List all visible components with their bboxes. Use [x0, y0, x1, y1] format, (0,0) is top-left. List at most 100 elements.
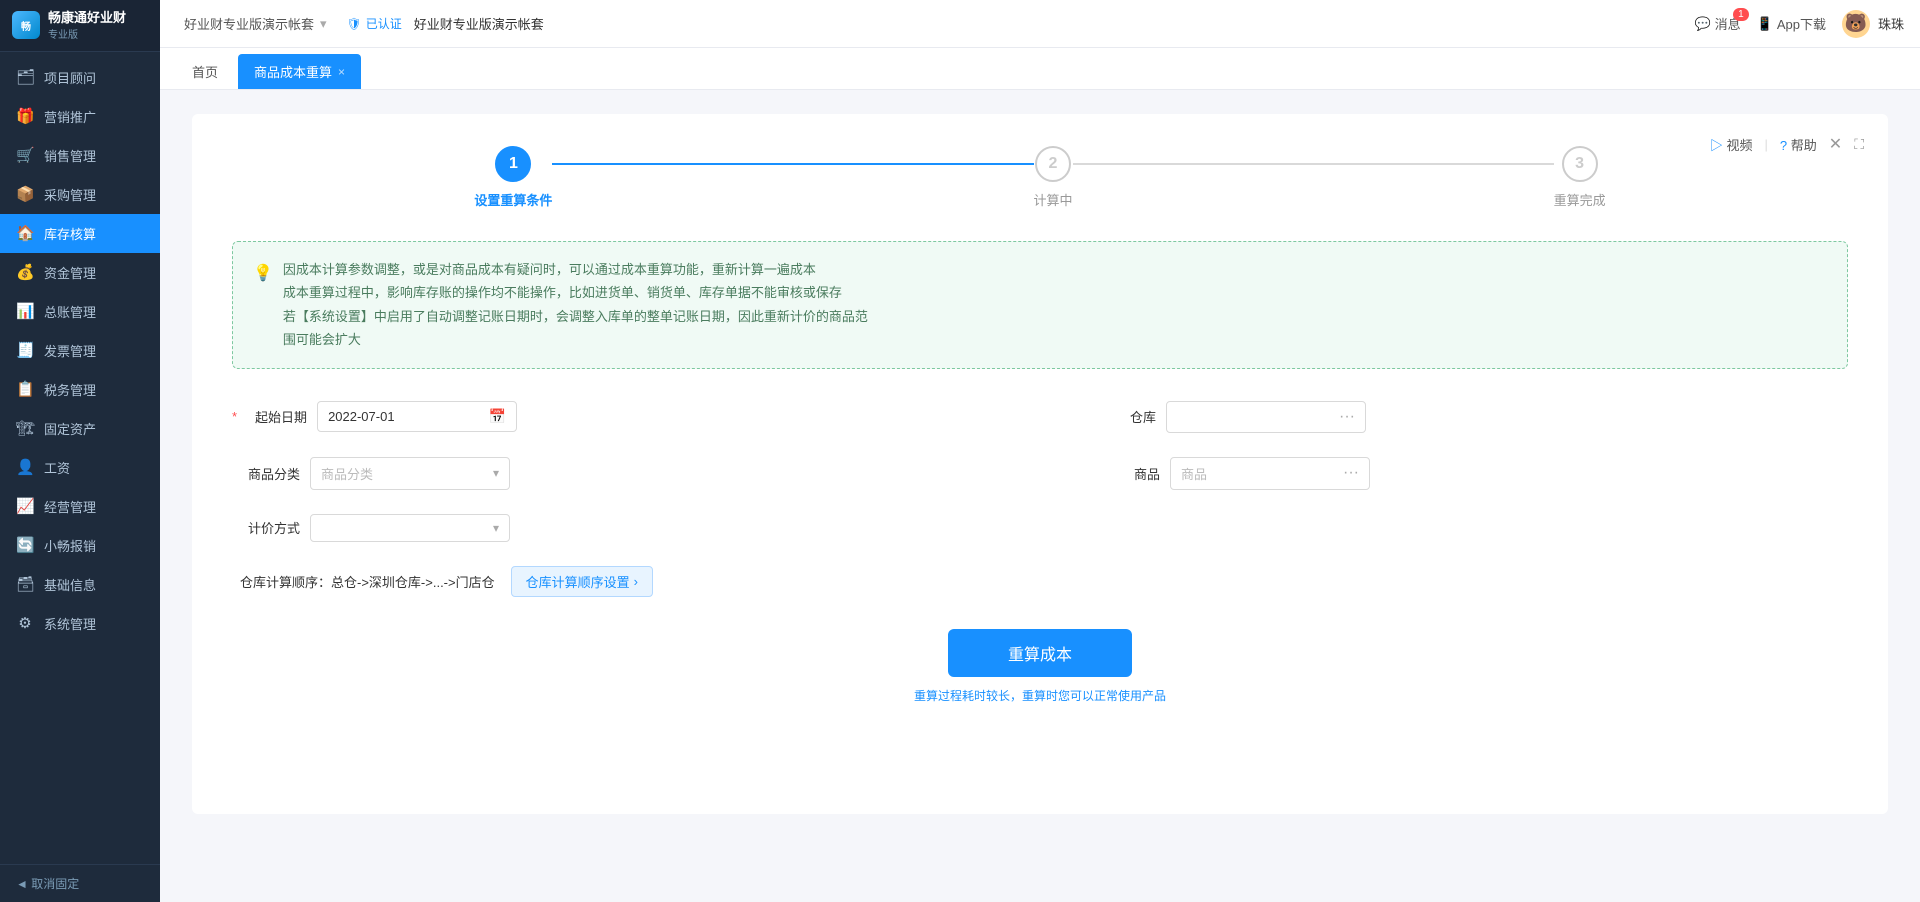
- info-box: 💡 因成本计算参数调整，或是对商品成本有疑问时，可以通过成本重算功能，重新计算一…: [232, 241, 1848, 369]
- form-field-start-date: * 起始日期 2022-07-01 📅: [232, 401, 984, 432]
- panel-actions: ▷ 视频 | ? 帮助 ✕ ⛶: [1710, 134, 1864, 154]
- category-placeholder: 商品分类: [321, 464, 373, 483]
- step-line-2: [1073, 163, 1554, 165]
- category-input[interactable]: 商品分类 ▾: [310, 457, 510, 490]
- recalc-section: 重算成本 重算过程耗时较长，重算时您可以正常使用产品: [232, 629, 1848, 704]
- operation-icon: 📈: [16, 497, 34, 515]
- form-field-pricing: 计价方式 ▾: [240, 514, 1028, 542]
- start-date-label: 起始日期: [247, 407, 307, 426]
- sales-icon: 🛒: [16, 146, 34, 164]
- play-icon: ▷: [1710, 138, 1723, 153]
- sidebar-item-project[interactable]: 🗂 项目顾问: [0, 58, 160, 97]
- topbar-right: 💬 消息 1 📱 App下载 🐻 珠珠: [1694, 10, 1904, 38]
- sidebar-item-marketing[interactable]: 🎁 营销推广: [0, 97, 160, 136]
- tab-recalc[interactable]: 商品成本重算 ×: [238, 54, 361, 89]
- user-name: 珠珠: [1878, 14, 1904, 33]
- app-download-button[interactable]: 📱 App下载: [1757, 14, 1826, 33]
- form-field-warehouse: 仓库 ···: [1096, 401, 1848, 433]
- calendar-icon[interactable]: 📅: [489, 408, 506, 425]
- content-panel: ▷ 视频 | ? 帮助 ✕ ⛶ 1 设置重算条件: [192, 114, 1888, 814]
- warehouse-btn-arrow: ›: [634, 574, 638, 589]
- recalc-button[interactable]: 重算成本: [948, 629, 1132, 677]
- step-2: 2 计算中: [1034, 146, 1073, 209]
- sidebar-item-invoice[interactable]: 🧾 发票管理: [0, 331, 160, 370]
- verified-text: 已认证: [366, 15, 402, 32]
- salary-icon: 👤: [16, 458, 34, 476]
- message-badge: 1: [1733, 8, 1749, 21]
- warehouse-more-icon[interactable]: ···: [1339, 408, 1355, 426]
- form-row-1: * 起始日期 2022-07-01 📅 仓库 ···: [232, 401, 1848, 433]
- expense-icon: 🔄: [16, 536, 34, 554]
- info-icon: 💡: [253, 260, 273, 352]
- category-label: 商品分类: [240, 464, 300, 483]
- step-1-circle: 1: [495, 146, 531, 182]
- pricing-input[interactable]: ▾: [310, 514, 510, 542]
- sidebar-item-expense[interactable]: 🔄 小畅报销: [0, 526, 160, 565]
- recalc-hint: 重算过程耗时较长，重算时您可以正常使用产品: [914, 687, 1166, 704]
- form-field-goods: 商品 商品 ···: [1100, 457, 1848, 490]
- sidebar-item-system[interactable]: ⚙ 系统管理: [0, 604, 160, 643]
- warehouse-order-btn[interactable]: 仓库计算顺序设置 ›: [511, 566, 653, 597]
- video-link[interactable]: ▷ 视频: [1710, 135, 1753, 154]
- user-profile[interactable]: 🐻 珠珠: [1842, 10, 1904, 38]
- help-link[interactable]: ? 帮助: [1780, 135, 1817, 154]
- account-name: 好业财专业版演示帐套: [184, 14, 314, 33]
- required-marker: *: [232, 409, 237, 424]
- sidebar-item-tax[interactable]: 📋 税务管理: [0, 370, 160, 409]
- message-icon: 💬: [1694, 16, 1710, 32]
- question-icon: ?: [1780, 138, 1787, 153]
- content-area: ▷ 视频 | ? 帮助 ✕ ⛶ 1 设置重算条件: [160, 90, 1920, 902]
- step-1-label: 设置重算条件: [474, 190, 552, 209]
- account-dropdown-icon: ▾: [320, 16, 327, 32]
- sidebar-unpin[interactable]: ◄ 取消固定: [0, 864, 160, 902]
- sidebar: 畅 畅康通好业财 专业版 🗂 项目顾问 🎁 营销推广 🛒 销售管理 📦 采购管理…: [0, 0, 160, 902]
- sidebar-item-inventory[interactable]: 🏠 库存核算: [0, 214, 160, 253]
- step-2-circle: 2: [1035, 146, 1071, 182]
- step-3: 3 重算完成: [1554, 146, 1606, 209]
- warehouse-label: 仓库: [1096, 407, 1156, 426]
- sidebar-item-operation[interactable]: 📈 经营管理: [0, 487, 160, 526]
- main-area: 好业财专业版演示帐套 ▾ 🛡 已认证 好业财专业版演示帐套 💬 消息 1 📱 A…: [160, 0, 1920, 902]
- pricing-label: 计价方式: [240, 518, 300, 537]
- inventory-icon: 🏠: [16, 224, 34, 242]
- messages-button[interactable]: 💬 消息 1: [1694, 14, 1740, 33]
- step-1: 1 设置重算条件: [474, 146, 552, 209]
- sidebar-subtitle: 专业版: [48, 26, 126, 41]
- warehouse-input[interactable]: ···: [1166, 401, 1366, 433]
- step-3-circle: 3: [1562, 146, 1598, 182]
- pricing-dropdown-icon: ▾: [493, 521, 499, 535]
- step-2-label: 计算中: [1034, 190, 1073, 209]
- start-date-input[interactable]: 2022-07-01 📅: [317, 401, 517, 432]
- step-line-1: [552, 163, 1033, 165]
- goods-more-icon[interactable]: ···: [1343, 464, 1359, 482]
- tabs-bar: 首页 商品成本重算 ×: [160, 48, 1920, 90]
- phone-icon: 📱: [1757, 16, 1773, 32]
- sidebar-item-sales[interactable]: 🛒 销售管理: [0, 136, 160, 175]
- sidebar-header: 畅 畅康通好业财 专业版: [0, 0, 160, 52]
- sidebar-item-finance[interactable]: 💰 资金管理: [0, 253, 160, 292]
- goods-input[interactable]: 商品 ···: [1170, 457, 1370, 490]
- panel-close-button[interactable]: ✕: [1829, 134, 1842, 154]
- sidebar-item-accounting[interactable]: 📊 总账管理: [0, 292, 160, 331]
- topbar: 好业财专业版演示帐套 ▾ 🛡 已认证 好业财专业版演示帐套 💬 消息 1 📱 A…: [160, 0, 1920, 48]
- form-row-2: 商品分类 商品分类 ▾ 商品 商品 ···: [232, 457, 1848, 490]
- system-icon: ⚙: [16, 614, 34, 632]
- tab-close-icon[interactable]: ×: [338, 65, 345, 79]
- sidebar-item-purchase[interactable]: 📦 采购管理: [0, 175, 160, 214]
- avatar: 🐻: [1842, 10, 1870, 38]
- form-row-3: 计价方式 ▾: [232, 514, 1848, 542]
- warehouse-order-row: 仓库计算顺序：总仓->深圳仓库->...->门店仓 仓库计算顺序设置 ›: [240, 566, 1848, 597]
- tab-home[interactable]: 首页: [176, 54, 234, 89]
- sidebar-logo: 畅: [12, 11, 40, 39]
- sidebar-item-assets[interactable]: 🏗 固定资产: [0, 409, 160, 448]
- tax-icon: 📋: [16, 380, 34, 398]
- shield-icon: 🛡: [347, 17, 362, 31]
- panel-expand-button[interactable]: ⛶: [1854, 136, 1864, 153]
- category-dropdown-icon: ▾: [493, 466, 499, 480]
- sidebar-item-salary[interactable]: 👤 工资: [0, 448, 160, 487]
- sidebar-item-basic[interactable]: 🗃 基础信息: [0, 565, 160, 604]
- account-selector[interactable]: 好业财专业版演示帐套 ▾: [176, 10, 335, 37]
- purchase-icon: 📦: [16, 185, 34, 203]
- sidebar-title: 畅康通好业财: [48, 10, 126, 26]
- warehouse-order-label: 仓库计算顺序：总仓->深圳仓库->...->门店仓: [240, 572, 495, 591]
